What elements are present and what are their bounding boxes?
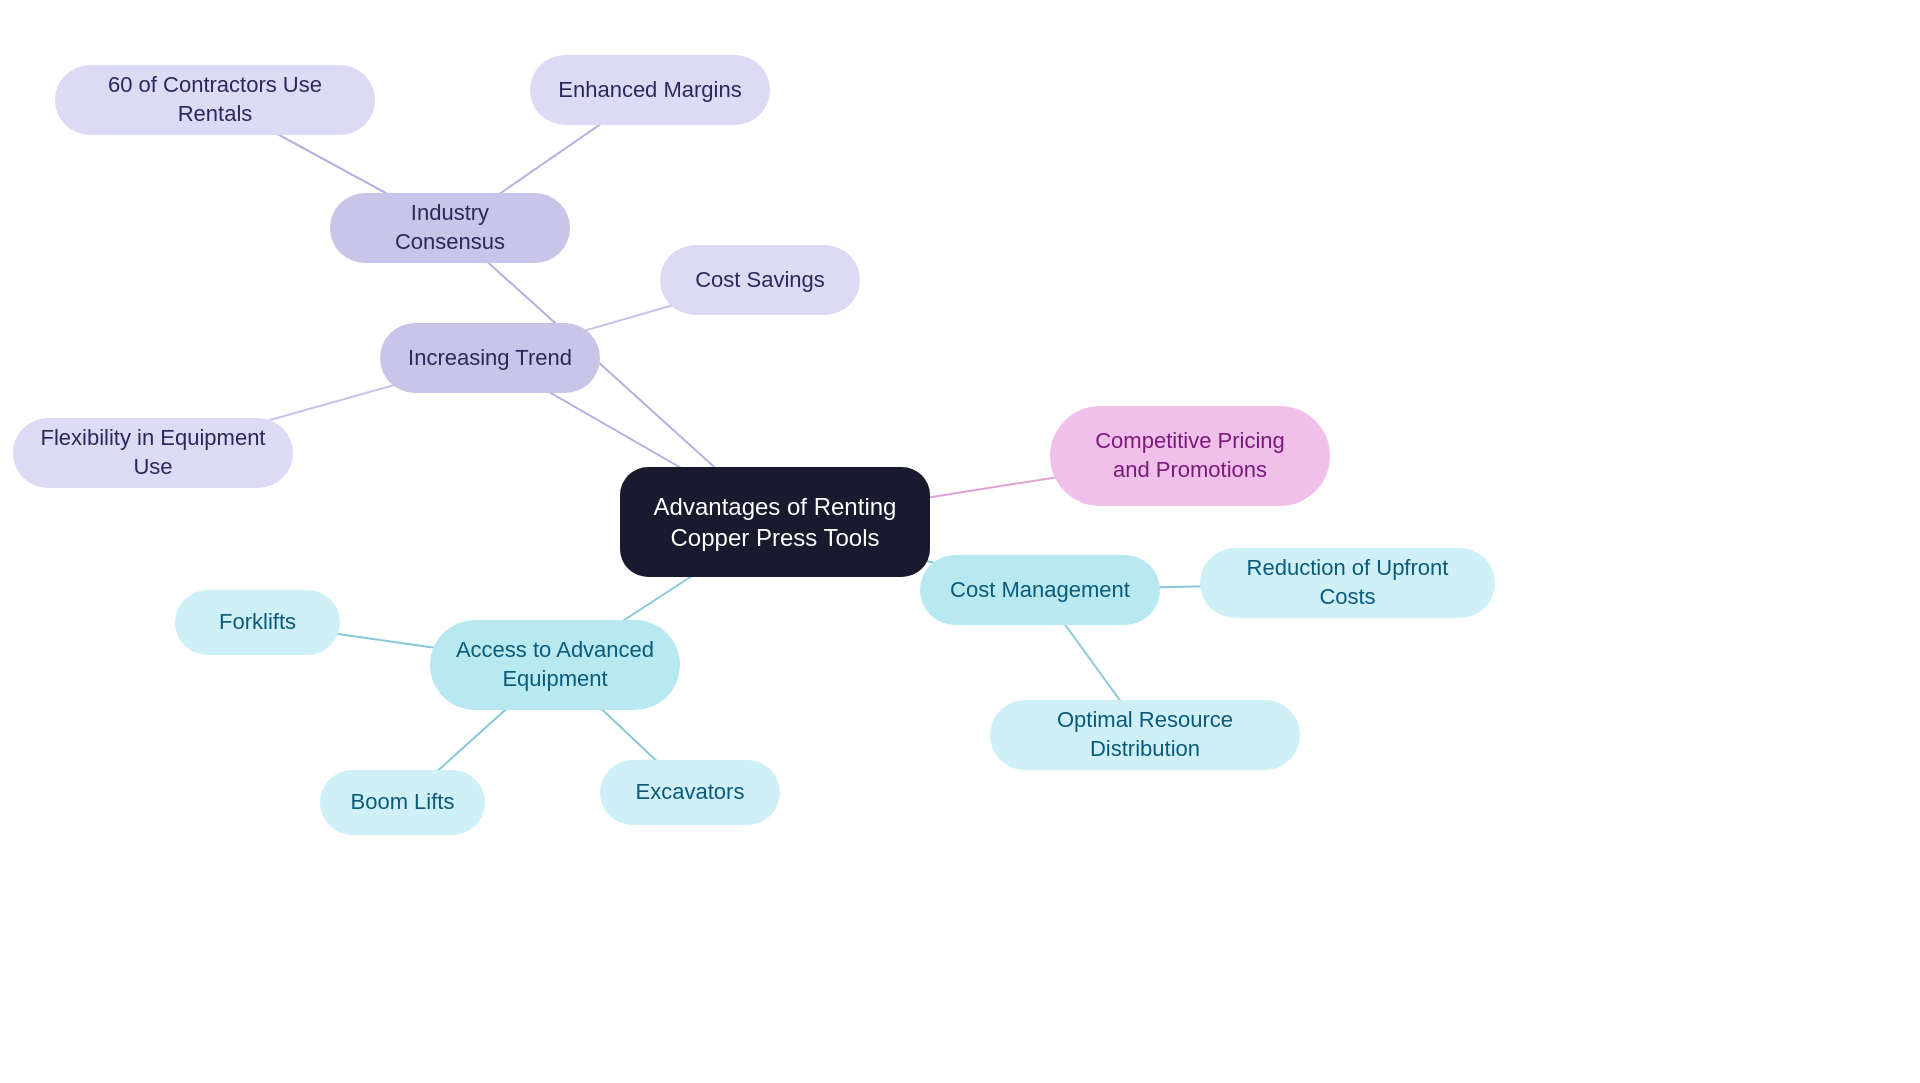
- reduction-upfront-label: Reduction of Upfront Costs: [1224, 554, 1471, 611]
- contractors-label: 60 of Contractors Use Rentals: [79, 71, 351, 128]
- flexibility-label: Flexibility in Equipment Use: [37, 424, 269, 481]
- competitive-pricing-label: Competitive Pricing and Promotions: [1074, 427, 1306, 484]
- forklifts-label: Forklifts: [219, 608, 296, 637]
- center-node: Advantages of Renting Copper Press Tools: [620, 467, 930, 577]
- enhanced-margins-label: Enhanced Margins: [558, 76, 741, 105]
- enhanced-margins-node: Enhanced Margins: [530, 55, 770, 125]
- contractors-node: 60 of Contractors Use Rentals: [55, 65, 375, 135]
- mindmap-container: Advantages of Renting Copper Press Tools…: [0, 0, 1920, 1083]
- reduction-upfront-node: Reduction of Upfront Costs: [1200, 548, 1495, 618]
- access-advanced-label: Access to Advanced Equipment: [454, 636, 656, 693]
- center-label: Advantages of Renting Copper Press Tools: [644, 491, 906, 553]
- cost-management-node: Cost Management: [920, 555, 1160, 625]
- increasing-trend-node: Increasing Trend: [380, 323, 600, 393]
- flexibility-node: Flexibility in Equipment Use: [13, 418, 293, 488]
- optimal-resource-label: Optimal Resource Distribution: [1014, 706, 1276, 763]
- forklifts-node: Forklifts: [175, 590, 340, 655]
- optimal-resource-node: Optimal Resource Distribution: [990, 700, 1300, 770]
- excavators-node: Excavators: [600, 760, 780, 825]
- cost-savings-label: Cost Savings: [695, 266, 825, 295]
- cost-savings-node: Cost Savings: [660, 245, 860, 315]
- industry-consensus-label: Industry Consensus: [354, 199, 546, 256]
- cost-management-label: Cost Management: [950, 576, 1130, 605]
- industry-consensus-node: Industry Consensus: [330, 193, 570, 263]
- increasing-trend-label: Increasing Trend: [408, 344, 572, 373]
- competitive-pricing-node: Competitive Pricing and Promotions: [1050, 406, 1330, 506]
- boom-lifts-node: Boom Lifts: [320, 770, 485, 835]
- access-advanced-node: Access to Advanced Equipment: [430, 620, 680, 710]
- connection-lines: [0, 0, 1920, 1083]
- excavators-label: Excavators: [636, 778, 745, 807]
- boom-lifts-label: Boom Lifts: [351, 788, 455, 817]
